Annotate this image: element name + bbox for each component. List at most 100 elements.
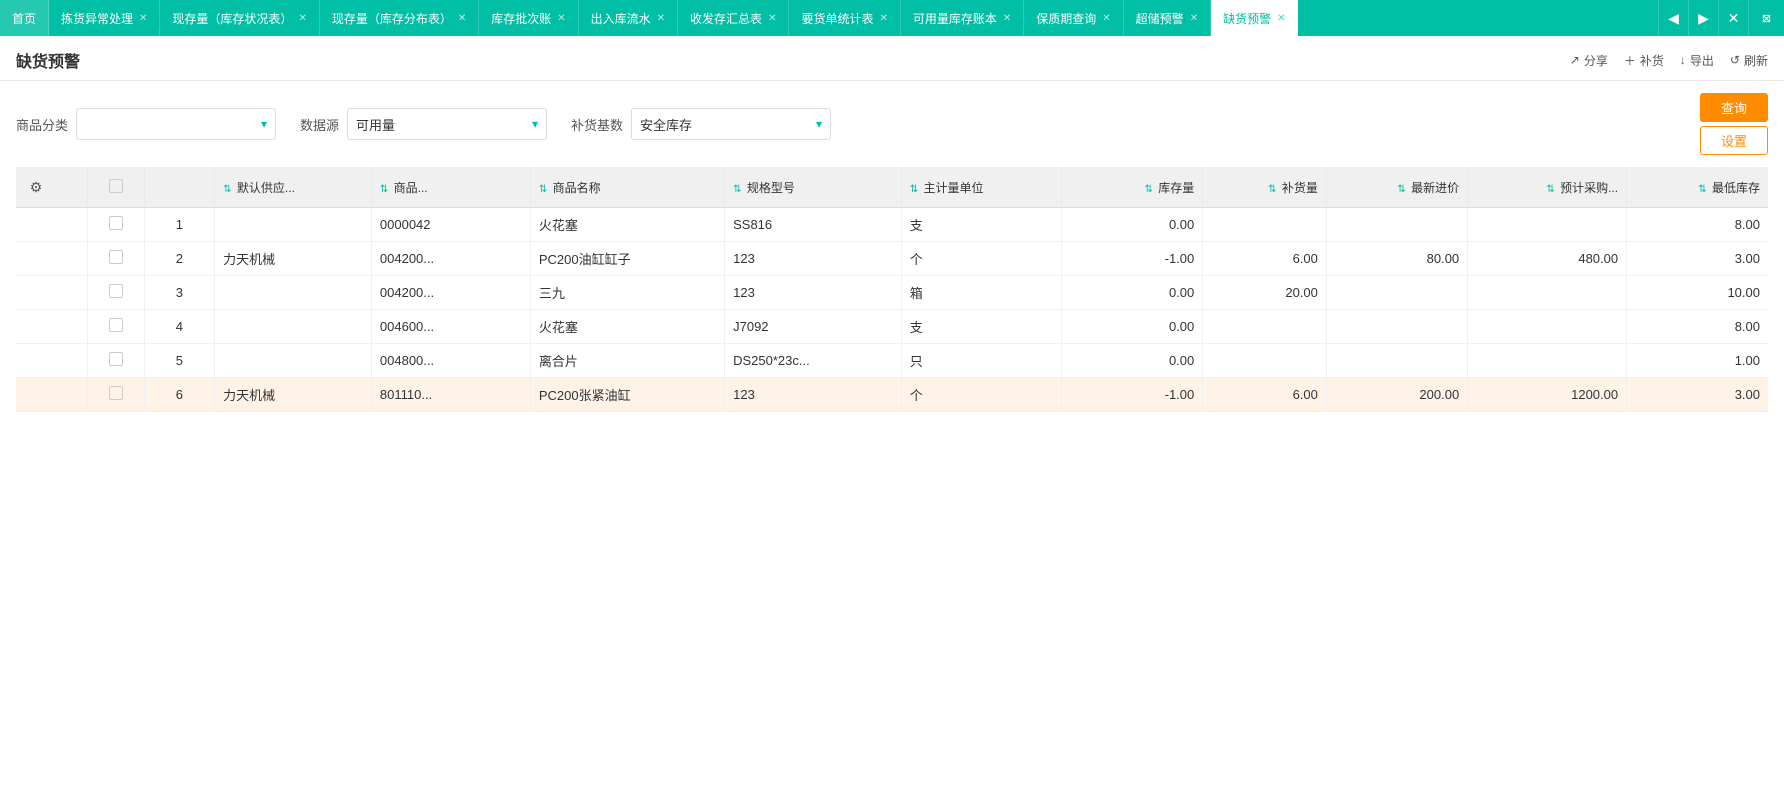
nav-tab-available-ledger[interactable]: 可用量库存账本 ✕ <box>901 0 1024 36</box>
row-min-stock: 3.00 <box>1627 242 1768 276</box>
row-checkbox[interactable] <box>109 318 123 332</box>
col-header-spec[interactable]: ⇅ 规格型号 <box>725 167 902 208</box>
row-checkbox[interactable] <box>109 352 123 366</box>
nav-close-current-button[interactable]: ✕ <box>1718 0 1748 36</box>
nav-tab-label: 要货单统计表 <box>801 10 873 27</box>
nav-tab-label: 现存量（库存状况表） <box>172 10 292 27</box>
col-header-product-name[interactable]: ⇅ 商品名称 <box>530 167 724 208</box>
col-label-latest-price: 最新进价 <box>1411 181 1459 195</box>
row-check-cell[interactable] <box>88 276 145 310</box>
nav-tab-home[interactable]: 首页 <box>0 0 49 36</box>
nav-controls: ◀ ▶ ✕ ⊠ <box>1658 0 1784 36</box>
close-icon[interactable]: ✕ <box>139 13 147 24</box>
sort-icon: ⇅ <box>910 184 918 195</box>
nav-tab-expiry-query[interactable]: 保质期查询 ✕ <box>1024 0 1123 36</box>
row-unit: 箱 <box>901 276 1061 310</box>
col-header-supplier[interactable]: ⇅ 默认供应... <box>215 167 372 208</box>
nav-tab-shortage[interactable]: 缺货预警 ✕ <box>1211 0 1298 36</box>
select-all-checkbox[interactable] <box>109 179 123 193</box>
row-checkbox[interactable] <box>109 216 123 230</box>
close-icon[interactable]: ✕ <box>879 13 887 24</box>
row-checkbox[interactable] <box>109 284 123 298</box>
table-row: 5 004800... 离合片 DS250*23c... 只 0.00 1.00 <box>16 344 1768 378</box>
gear-icon[interactable]: ⚙ <box>24 175 48 199</box>
row-gear-cell <box>16 344 88 378</box>
close-icon[interactable]: ✕ <box>557 13 565 24</box>
page-header: 缺货预警 ↗ 分享 ＋ 补货 ↓ 导出 ↺ 刷新 <box>0 36 1784 81</box>
replenish-label: 补货 <box>1640 52 1664 69</box>
row-check-cell[interactable] <box>88 344 145 378</box>
refresh-button[interactable]: ↺ 刷新 <box>1730 52 1768 69</box>
row-latest-price <box>1326 208 1467 242</box>
row-stock: 0.00 <box>1061 310 1202 344</box>
row-num: 5 <box>144 344 215 378</box>
row-check-cell[interactable] <box>88 378 145 412</box>
row-gear-cell <box>16 208 88 242</box>
replenish-base-select[interactable]: 安全库存 ▾ <box>631 108 831 140</box>
table-row: 4 004600... 火花塞 J7092 支 0.00 8.00 <box>16 310 1768 344</box>
category-select[interactable]: ▾ <box>76 108 276 140</box>
row-stock: -1.00 <box>1061 242 1202 276</box>
share-button[interactable]: ↗ 分享 <box>1570 52 1608 69</box>
datasource-chevron-icon: ▾ <box>532 117 538 131</box>
nav-next-button[interactable]: ▶ <box>1688 0 1718 36</box>
close-icon[interactable]: ✕ <box>1102 13 1110 24</box>
close-icon[interactable]: ✕ <box>1003 13 1011 24</box>
nav-tab-label: 出入库流水 <box>591 10 651 27</box>
col-header-replenish-qty[interactable]: ⇅ 补货量 <box>1203 167 1327 208</box>
row-min-stock: 8.00 <box>1627 310 1768 344</box>
nav-tab-inout-flow[interactable]: 出入库流水 ✕ <box>579 0 678 36</box>
row-spec: 123 <box>725 378 902 412</box>
row-stock: 0.00 <box>1061 276 1202 310</box>
nav-tab-abnormal[interactable]: 拣货异常处理 ✕ <box>49 0 160 36</box>
col-header-est-purchase[interactable]: ⇅ 预计采购... <box>1468 167 1627 208</box>
sort-icon: ⇅ <box>1397 184 1405 195</box>
table-row: 1 0000042 火花塞 SS816 支 0.00 8.00 <box>16 208 1768 242</box>
col-label-est-purchase: 预计采购... <box>1560 181 1618 195</box>
row-check-cell[interactable] <box>88 310 145 344</box>
row-num: 4 <box>144 310 215 344</box>
col-header-stock[interactable]: ⇅ 库存量 <box>1061 167 1202 208</box>
settings-button[interactable]: 设置 <box>1700 126 1768 155</box>
col-header-min-stock[interactable]: ⇅ 最低库存 <box>1627 167 1768 208</box>
close-icon[interactable]: ✕ <box>768 13 776 24</box>
row-checkbox[interactable] <box>109 386 123 400</box>
close-icon[interactable]: ✕ <box>657 13 665 24</box>
replenish-base-chevron-icon: ▾ <box>816 117 822 131</box>
row-check-cell[interactable] <box>88 242 145 276</box>
close-icon[interactable]: ✕ <box>1190 13 1198 24</box>
row-check-cell[interactable] <box>88 208 145 242</box>
row-replenish-qty: 20.00 <box>1203 276 1327 310</box>
row-supplier: 力天机械 <box>215 378 372 412</box>
col-header-product-code[interactable]: ⇅ 商品... <box>371 167 530 208</box>
share-label: 分享 <box>1584 52 1608 69</box>
query-button[interactable]: 查询 <box>1700 93 1768 122</box>
col-header-unit[interactable]: ⇅ 主计量单位 <box>901 167 1061 208</box>
nav-tab-inventory-status[interactable]: 现存量（库存状况表） ✕ <box>160 0 319 36</box>
nav-tab-label: 超储预警 <box>1136 10 1184 27</box>
close-icon[interactable]: ✕ <box>458 13 466 24</box>
nav-tab-order-stats[interactable]: 要货单统计表 ✕ <box>789 0 900 36</box>
nav-tab-batch-account[interactable]: 库存批次账 ✕ <box>479 0 578 36</box>
page-content: 缺货预警 ↗ 分享 ＋ 补货 ↓ 导出 ↺ 刷新 商品分类 <box>0 36 1784 796</box>
refresh-label: 刷新 <box>1744 52 1768 69</box>
close-icon[interactable]: ✕ <box>1277 13 1285 24</box>
nav-tab-label: 拣货异常处理 <box>61 10 133 27</box>
row-est-purchase: 480.00 <box>1468 242 1627 276</box>
row-est-purchase <box>1468 344 1627 378</box>
datasource-select[interactable]: 可用量 ▾ <box>347 108 547 140</box>
export-button[interactable]: ↓ 导出 <box>1680 52 1714 69</box>
replenish-button[interactable]: ＋ 补货 <box>1624 52 1664 69</box>
sort-icon: ⇅ <box>1546 184 1554 195</box>
col-header-latest-price[interactable]: ⇅ 最新进价 <box>1326 167 1467 208</box>
nav-close-all-button[interactable]: ⊠ <box>1748 0 1784 36</box>
close-icon[interactable]: ✕ <box>298 13 306 24</box>
nav-tab-inventory-dist[interactable]: 现存量（库存分布表） ✕ <box>320 0 479 36</box>
col-header-gear[interactable]: ⚙ <box>16 167 88 208</box>
nav-tab-label: 首页 <box>12 10 36 27</box>
nav-tab-receive-summary[interactable]: 收发存汇总表 ✕ <box>678 0 789 36</box>
col-header-check[interactable] <box>88 167 145 208</box>
row-checkbox[interactable] <box>109 250 123 264</box>
nav-tab-overstock[interactable]: 超储预警 ✕ <box>1124 0 1211 36</box>
nav-prev-button[interactable]: ◀ <box>1658 0 1688 36</box>
